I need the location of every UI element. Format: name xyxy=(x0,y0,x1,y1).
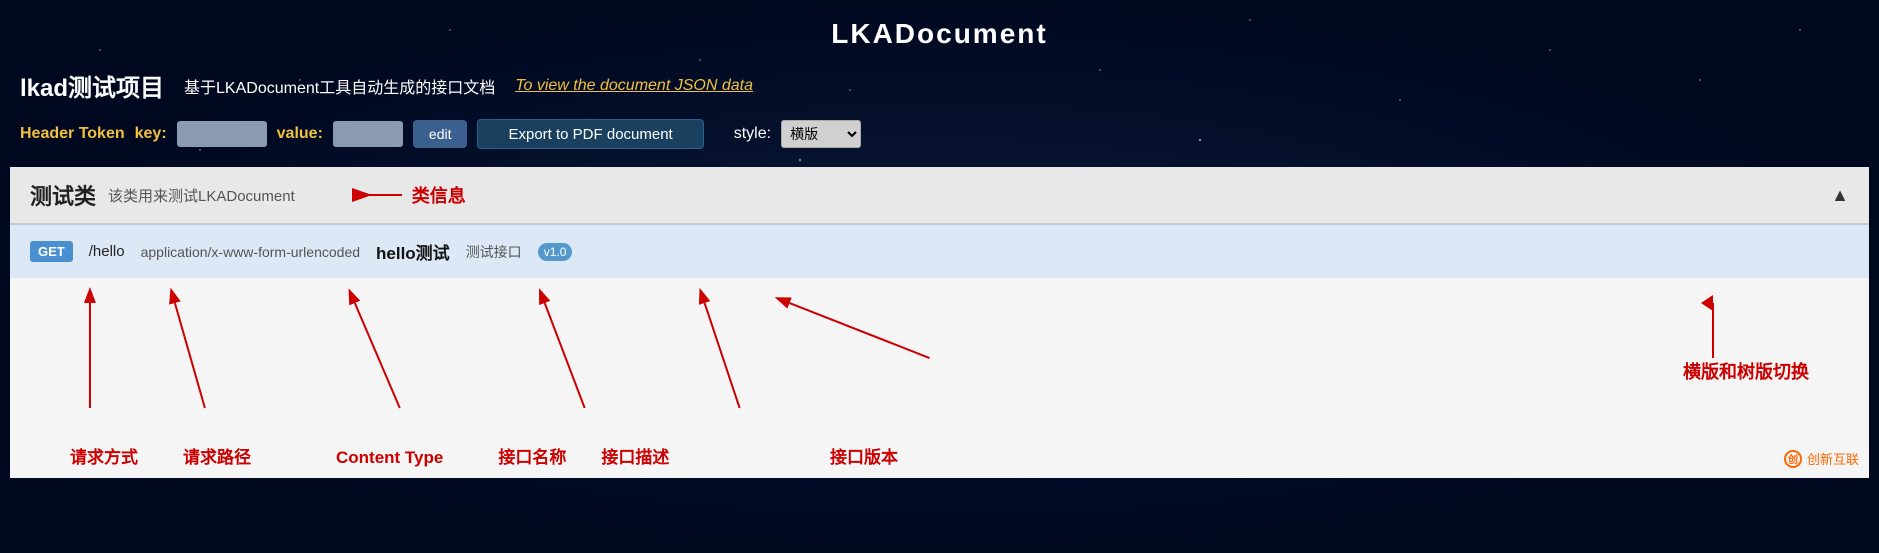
api-desc: 测试接口 xyxy=(466,242,522,262)
project-name: lkad测试项目 xyxy=(20,68,164,103)
style-label: style: xyxy=(734,125,771,143)
class-info-label: 类信息 xyxy=(412,182,466,208)
annotation-request-method: 请求方式 xyxy=(70,443,138,468)
view-json-link[interactable]: To view the document JSON data xyxy=(515,77,753,95)
token-value-input[interactable] xyxy=(333,121,403,147)
api-path: /hello xyxy=(89,243,125,260)
export-pdf-button[interactable]: Export to PDF document xyxy=(477,119,703,149)
class-name: 测试类 xyxy=(30,179,96,211)
method-badge: GET xyxy=(30,241,73,262)
api-version-badge: v1.0 xyxy=(538,243,573,261)
class-info-annotation: 类信息 xyxy=(347,182,466,208)
class-header: 测试类 该类用来测试LKADocument 类信息 ▲ xyxy=(10,167,1869,224)
page-header: LKADocument xyxy=(0,0,1879,60)
annotation-style-switch-label: 横版和树版切换 xyxy=(1683,362,1809,382)
annotation-content-type: Content Type xyxy=(336,448,443,468)
api-content-type: application/x-www-form-urlencoded xyxy=(141,244,360,260)
annotation-style-switch: 横版和树版切换 xyxy=(1683,298,1809,384)
watermark: 创 创新互联 xyxy=(1784,449,1859,468)
watermark-text: 创新互联 xyxy=(1807,449,1859,468)
api-name: hello测试 xyxy=(376,239,450,264)
annotation-request-path: 请求路径 xyxy=(183,443,251,468)
main-content: 测试类 该类用来测试LKADocument 类信息 ▲ GET /hell xyxy=(10,167,1869,478)
page-title: LKADocument xyxy=(831,18,1047,49)
sub-header: lkad测试项目 基于LKADocument工具自动生成的接口文档 To vie… xyxy=(0,60,1879,111)
logo-icon: 创 xyxy=(1784,450,1802,468)
token-header-label: Header Token xyxy=(20,125,125,143)
annotations-area: 请求方式 请求路径 Content Type 接口名称 接口描述 接口版本 xyxy=(10,278,1869,478)
edit-button[interactable]: edit xyxy=(413,120,468,148)
annotation-api-name: 接口名称 xyxy=(498,443,566,468)
token-value-label: value: xyxy=(277,125,323,143)
annotation-api-version: 接口版本 xyxy=(830,443,898,468)
token-key-label: key: xyxy=(135,125,167,143)
token-key-input[interactable] xyxy=(177,121,267,147)
class-desc: 该类用来测试LKADocument xyxy=(108,185,295,206)
api-row: GET /hello application/x-www-form-urlenc… xyxy=(10,224,1869,278)
token-row: Header Token key: value: edit Export to … xyxy=(0,111,1879,157)
annotation-api-desc: 接口描述 xyxy=(601,443,669,468)
page-wrapper: LKADocument lkad测试项目 基于LKADocument工具自动生成… xyxy=(0,0,1879,478)
project-desc: 基于LKADocument工具自动生成的接口文档 xyxy=(184,74,495,98)
collapse-button[interactable]: ▲ xyxy=(1831,185,1849,206)
style-select[interactable]: 横版 树版 xyxy=(781,120,861,148)
